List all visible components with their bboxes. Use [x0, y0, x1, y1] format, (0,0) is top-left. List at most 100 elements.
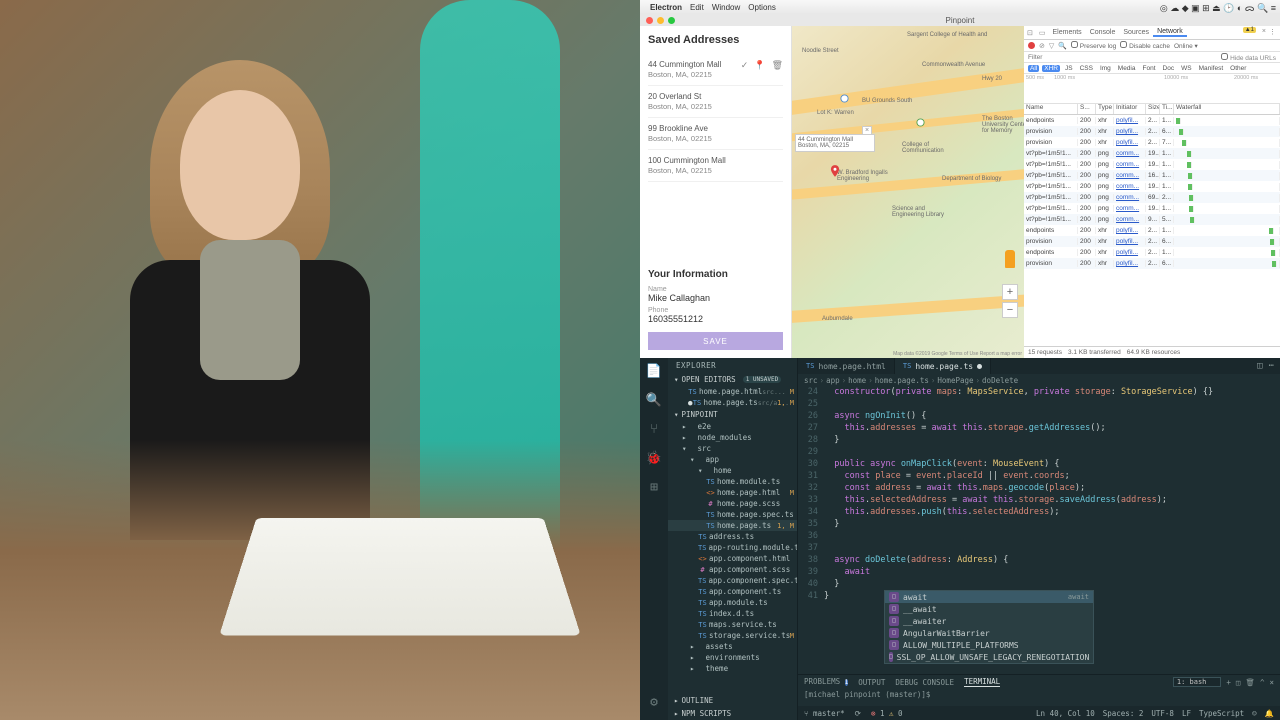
filter-all[interactable]: All	[1028, 65, 1039, 72]
open-editors-section[interactable]: ▾ OPEN EDITORS1 UNSAVED	[668, 373, 797, 386]
map-pin-icon[interactable]	[828, 164, 842, 178]
network-row[interactable]: provision200xhrpolyfil...2...6...	[1024, 126, 1280, 137]
new-terminal-icon[interactable]: +	[1226, 678, 1231, 687]
open-file[interactable]: TShome.page.html src...M	[668, 386, 797, 397]
file-item[interactable]: TSapp.module.ts	[668, 597, 797, 608]
pin-icon[interactable]: 📍	[754, 60, 765, 71]
devtools-menu-icon[interactable]: ⋮	[1269, 28, 1276, 36]
network-row[interactable]: vt?pb=!1m5!1...200pngcomm...9...5...	[1024, 214, 1280, 225]
file-item[interactable]: TSstorage.service.tsM	[668, 630, 797, 641]
network-row[interactable]: vt?pb=!1m5!1...200pngcomm...19...1...	[1024, 159, 1280, 170]
network-row[interactable]: vt?pb=!1m5!1...200pngcomm...16...1...	[1024, 170, 1280, 181]
name-field[interactable]: Mike Callaghan	[648, 293, 783, 303]
check-icon[interactable]: ✓	[741, 60, 749, 71]
mac-menubar[interactable]: Electron Edit Window Options ◎ ☁ ◆ ▣ ⊞ ⏏…	[640, 0, 1280, 14]
timeline[interactable]: 500 ms 1000 ms 10000 ms 20000 ms	[1024, 74, 1280, 104]
activity-bar[interactable]: 📄 🔍 ⑂ 🐞 ⊞ ⚙	[640, 358, 668, 720]
preserve-log-checkbox[interactable]	[1071, 41, 1078, 48]
map[interactable]: Sargent College of Health and Noodle Str…	[792, 26, 1024, 358]
network-row[interactable]: vt?pb=!1m5!1...200pngcomm...69...2...	[1024, 192, 1280, 203]
breadcrumb-item[interactable]: home.page.ts	[875, 376, 929, 385]
address-item[interactable]: 100 Cummington MallBoston, MA, 02215	[648, 150, 783, 182]
terminal-body[interactable]: [michael pinpoint (master)]$	[798, 689, 1280, 700]
file-item[interactable]: <>home.page.htmlM	[668, 487, 797, 498]
intellisense-popup[interactable]: □awaitawait□__await□__awaiter□AngularWai…	[884, 590, 1094, 664]
filter-img[interactable]: Img	[1098, 65, 1113, 72]
filter-media[interactable]: Media	[1116, 65, 1138, 72]
editor-more-icon[interactable]: ⋯	[1269, 361, 1274, 371]
window-minimize[interactable]	[657, 17, 664, 24]
file-item[interactable]: TSapp.component.ts	[668, 586, 797, 597]
scm-icon[interactable]: ⑂	[650, 422, 658, 437]
split-terminal-icon[interactable]: ◫	[1236, 678, 1241, 687]
hide-urls-checkbox[interactable]	[1221, 53, 1228, 60]
inspect-icon[interactable]: ⊡	[1024, 29, 1036, 37]
filter-css[interactable]: CSS	[1078, 65, 1095, 72]
outline-section[interactable]: ▸ OUTLINE	[668, 694, 797, 707]
extensions-icon[interactable]: ⊞	[650, 480, 658, 495]
eol[interactable]: LF	[1182, 709, 1191, 718]
git-branch[interactable]: ⑂ master*	[804, 709, 845, 718]
file-item[interactable]: TShome.module.ts	[668, 476, 797, 487]
folder-item[interactable]: ▸ e2e	[668, 421, 797, 432]
phone-field[interactable]: 16035551212	[648, 314, 783, 324]
editor-tab[interactable]: TS home.page.ts	[895, 358, 991, 374]
menu-edit[interactable]: Edit	[690, 3, 704, 12]
feedback-icon[interactable]: ☺	[1252, 709, 1257, 718]
zoom-in-button[interactable]: +	[1002, 284, 1018, 300]
tab-output[interactable]: OUTPUT	[858, 678, 885, 687]
network-row[interactable]: endpoints200xhrpolyfil...2...1...	[1024, 225, 1280, 236]
address-item[interactable]: 20 Overland StBoston, MA, 02215	[648, 86, 783, 118]
folder-item[interactable]: ▸ node_modules	[668, 432, 797, 443]
pegman-icon[interactable]	[1005, 250, 1015, 268]
split-editor-icon[interactable]: ◫	[1257, 361, 1262, 371]
devtools-tabs[interactable]: ⊡ ▭ Elements Console Sources Network ▲1 …	[1024, 26, 1280, 40]
menu-options[interactable]: Options	[748, 3, 776, 12]
filter-other[interactable]: Other	[1228, 65, 1248, 72]
close-panel-icon[interactable]: ×	[1269, 678, 1274, 687]
zoom-out-button[interactable]: −	[1002, 302, 1018, 318]
language[interactable]: TypeScript	[1199, 709, 1244, 718]
tab-console[interactable]: Console	[1086, 29, 1120, 36]
folder-item[interactable]: ▾ app	[668, 454, 797, 465]
filter-icon[interactable]: ▽	[1049, 42, 1054, 50]
filter-manifest[interactable]: Manifest	[1197, 65, 1226, 72]
file-item[interactable]: TSmaps.service.ts	[668, 619, 797, 630]
debug-icon[interactable]: 🐞	[646, 451, 662, 466]
filter-xhr[interactable]: XHR	[1042, 65, 1060, 72]
menubar-app[interactable]: Electron	[650, 3, 682, 12]
project-section[interactable]: ▾ PINPOINT	[668, 408, 797, 421]
tab-problems[interactable]: PROBLEMS 1	[804, 677, 848, 687]
bell-icon[interactable]: 🔔	[1265, 709, 1274, 718]
search-icon[interactable]: 🔍	[1058, 42, 1067, 50]
tab-network[interactable]: Network	[1153, 28, 1187, 37]
tab-elements[interactable]: Elements	[1049, 29, 1086, 36]
warning-badge[interactable]: ▲1	[1243, 27, 1256, 33]
file-item[interactable]: TSaddress.ts	[668, 531, 797, 542]
breadcrumb-item[interactable]: HomePage	[937, 376, 973, 385]
filter-font[interactable]: Font	[1141, 65, 1158, 72]
maximize-icon[interactable]: ^	[1260, 678, 1265, 687]
filter-input[interactable]	[1028, 54, 1068, 61]
network-row[interactable]: endpoints200xhrpolyfil...2...1...	[1024, 247, 1280, 258]
editor-tabs[interactable]: TS home.page.html TS home.page.ts ◫ ⋯	[798, 358, 1280, 374]
suggestion-item[interactable]: □SSL_OP_ALLOW_UNSAFE_LEGACY_RENEGOTIATIO…	[885, 651, 1093, 663]
folder-item[interactable]: ▾ home	[668, 465, 797, 476]
filter-doc[interactable]: Doc	[1161, 65, 1177, 72]
gear-icon[interactable]: ⚙	[650, 695, 658, 710]
filter-js[interactable]: JS	[1063, 65, 1075, 72]
indent[interactable]: Spaces: 2	[1103, 709, 1144, 718]
address-item[interactable]: 99 Brookline AveBoston, MA, 02215	[648, 118, 783, 150]
file-item[interactable]: TSapp.component.spec.ts	[668, 575, 797, 586]
status-bar[interactable]: ⑂ master* ⟳ ⊗ 1 ⚠ 0 Ln 40, Col 10 Spaces…	[798, 706, 1280, 720]
file-item[interactable]: TShome.page.ts1, M	[668, 520, 797, 531]
suggestion-item[interactable]: □awaitawait	[885, 591, 1093, 603]
encoding[interactable]: UTF-8	[1151, 709, 1174, 718]
suggestion-item[interactable]: □__awaiter	[885, 615, 1093, 627]
sync-icon[interactable]: ⟳	[855, 709, 861, 718]
network-row[interactable]: vt?pb=!1m5!1...200pngcomm...19...1...	[1024, 148, 1280, 159]
folder-item[interactable]: ▾ src	[668, 443, 797, 454]
file-item[interactable]: <>app.component.html	[668, 553, 797, 564]
window-zoom[interactable]	[668, 17, 675, 24]
file-item[interactable]: TSindex.d.ts	[668, 608, 797, 619]
